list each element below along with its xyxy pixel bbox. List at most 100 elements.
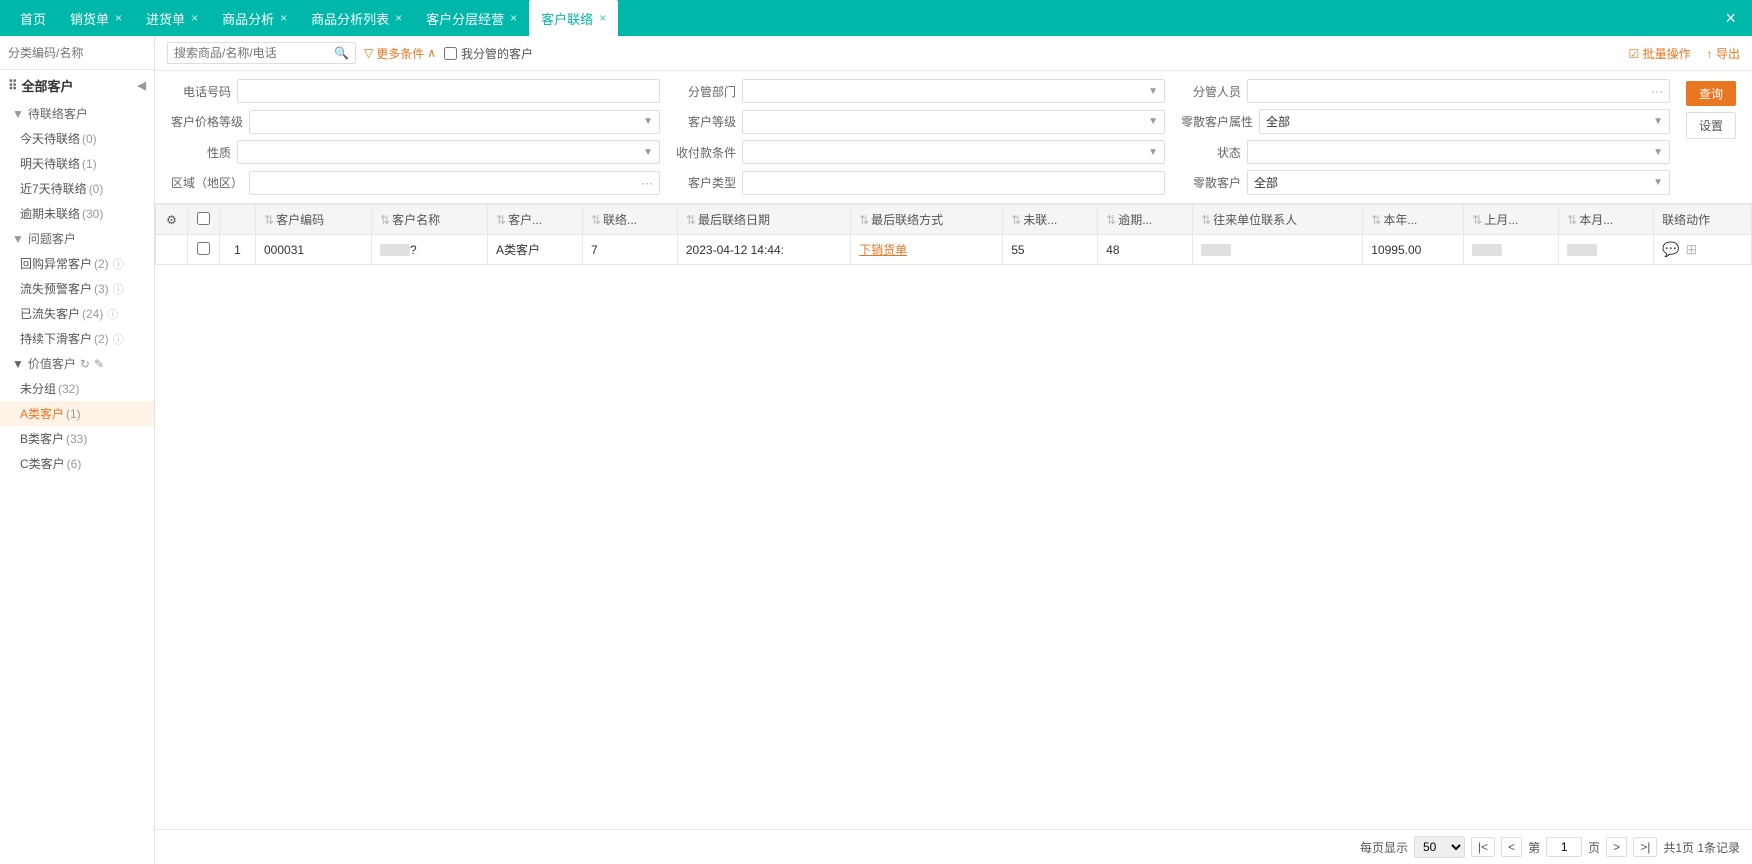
- col-no-contact-days[interactable]: ⇅未联...: [1003, 205, 1098, 235]
- content-area: 🔍 ▽ 更多条件 ∧ 我分管的客户 ☑ 批量操作 ↑ 导出: [155, 36, 1752, 864]
- my-customers-checkbox[interactable]: [444, 47, 457, 60]
- status-select[interactable]: ▼: [1247, 140, 1670, 164]
- price-level-select[interactable]: ▼: [249, 110, 660, 134]
- search-input[interactable]: [174, 46, 334, 60]
- sidebar-item-churn-warning[interactable]: 流失预警客户 (3) ⓘ: [0, 276, 154, 301]
- last-page-button[interactable]: >|: [1633, 837, 1657, 857]
- prev-page-button[interactable]: <: [1501, 837, 1522, 857]
- unit-contact-placeholder: [1201, 244, 1231, 256]
- col-code[interactable]: ⇅客户编码: [256, 205, 372, 235]
- sidebar-item-a-class[interactable]: A类客户 (1): [0, 401, 154, 426]
- query-button[interactable]: 查询: [1686, 81, 1736, 106]
- sidebar-item-declining[interactable]: 持续下滑客户 (2) ⓘ: [0, 326, 154, 351]
- page-label: 第: [1528, 839, 1540, 856]
- customer-type-input[interactable]: [742, 171, 1165, 195]
- refresh-icon[interactable]: ↻: [80, 357, 90, 371]
- close-customer-segment[interactable]: ×: [510, 11, 517, 25]
- sidebar-item-today-contact[interactable]: 今天待联络 (0): [0, 126, 154, 151]
- customer-level-select[interactable]: ▼: [742, 110, 1165, 134]
- status-label: 状态: [1181, 144, 1241, 161]
- search-icon[interactable]: 🔍: [334, 46, 349, 60]
- next-page-button[interactable]: >: [1606, 837, 1627, 857]
- sidebar-item-churned[interactable]: 已流失客户 (24) ⓘ: [0, 301, 154, 326]
- row-check[interactable]: [188, 235, 220, 265]
- sidebar-search-bar: 🔍: [0, 36, 154, 70]
- row-gear[interactable]: [156, 235, 188, 265]
- sidebar-item-c-class[interactable]: C类客户 (6): [0, 451, 154, 476]
- col-this-year[interactable]: ⇅本年...: [1363, 205, 1464, 235]
- select-all-checkbox[interactable]: [197, 212, 210, 225]
- name-placeholder: [380, 244, 410, 256]
- more-icon: ···: [641, 176, 653, 190]
- nav-customer-segment[interactable]: 客户分层经营 ×: [414, 0, 529, 36]
- action-icons: 💬 ⊞: [1662, 241, 1743, 258]
- customer-type-label: 客户类型: [676, 174, 736, 191]
- sidebar-all-customers[interactable]: ⠿ 全部客户 ◀: [0, 70, 154, 101]
- sidebar-item-unclassified[interactable]: 未分组 (32): [0, 376, 154, 401]
- close-customer-contact[interactable]: ×: [599, 11, 606, 25]
- dept-select[interactable]: ▼: [742, 79, 1165, 103]
- batch-ops-button[interactable]: ☑ 批量操作: [1629, 45, 1691, 62]
- sidebar-item-overdue-contact[interactable]: 逾期未联络 (30): [0, 201, 154, 226]
- col-last-month[interactable]: ⇅上月...: [1464, 205, 1559, 235]
- payment-select[interactable]: ▼: [742, 140, 1165, 164]
- nav-customer-contact[interactable]: 客户联络 ×: [529, 0, 618, 36]
- nav-product-analysis[interactable]: 商品分析 ×: [210, 0, 299, 36]
- col-last-contact-date[interactable]: ⇅最后联络日期: [677, 205, 850, 235]
- col-contact-person[interactable]: ⇅联络...: [582, 205, 677, 235]
- nav-home[interactable]: 首页: [8, 0, 58, 36]
- sidebar-search-input[interactable]: [8, 46, 155, 60]
- contact-method-link[interactable]: 下销货单: [859, 243, 907, 257]
- table-area: ⚙ ⇅客户编码 ⇅客户名称 ⇅客户... ⇅联络... ⇅最后联络日期 ⇅最后联…: [155, 204, 1752, 829]
- close-purchase-order[interactable]: ×: [191, 11, 198, 25]
- col-name[interactable]: ⇅客户名称: [372, 205, 488, 235]
- table-header-row: ⚙ ⇅客户编码 ⇅客户名称 ⇅客户... ⇅联络... ⇅最后联络日期 ⇅最后联…: [156, 205, 1752, 235]
- col-last-contact-method[interactable]: ⇅最后联络方式: [851, 205, 1003, 235]
- close-product-analysis-list[interactable]: ×: [395, 11, 402, 25]
- row-last-contact-method[interactable]: 下销货单: [851, 235, 1003, 265]
- col-unit-contact[interactable]: ⇅往来单位联系人: [1193, 205, 1363, 235]
- col-gear[interactable]: ⚙: [156, 205, 188, 235]
- col-this-month[interactable]: ⇅本月...: [1559, 205, 1654, 235]
- sidebar-item-abnormal-repurchase[interactable]: 回购异常客户 (2) ⓘ: [0, 251, 154, 276]
- phone-input[interactable]: [237, 79, 660, 103]
- collapse-icon: ◀: [138, 79, 146, 92]
- row-name[interactable]: ?: [372, 235, 488, 265]
- info-icon: ⓘ: [113, 331, 124, 347]
- sidebar-item-tomorrow-contact[interactable]: 明天待联络 (1): [0, 151, 154, 176]
- scatter-attr-select[interactable]: 全部 ▼: [1259, 109, 1670, 134]
- sidebar-pending-contact-group[interactable]: ▼ 待联络客户: [0, 101, 154, 126]
- col-level[interactable]: ⇅客户...: [488, 205, 583, 235]
- sidebar-item-b-class[interactable]: B类客户 (33): [0, 426, 154, 451]
- more-filter-button[interactable]: ▽ 更多条件 ∧: [364, 45, 436, 62]
- per-page-select[interactable]: 50 100 200: [1414, 836, 1465, 858]
- nav-product-analysis-list[interactable]: 商品分析列表 ×: [299, 0, 414, 36]
- row-contact-person: 7: [582, 235, 677, 265]
- page-input[interactable]: [1546, 837, 1582, 857]
- scatter-select[interactable]: 全部 ▼: [1247, 170, 1670, 195]
- first-page-button[interactable]: |<: [1471, 837, 1495, 857]
- sidebar-problem-customers-group[interactable]: ▼ 问题客户: [0, 226, 154, 251]
- region-input[interactable]: ···: [249, 171, 660, 195]
- manager-input[interactable]: ···: [1247, 79, 1670, 103]
- export-button[interactable]: ↑ 导出: [1707, 45, 1740, 62]
- nav-purchase-order[interactable]: 进货单 ×: [134, 0, 210, 36]
- this-month-placeholder: [1567, 244, 1597, 256]
- row-code[interactable]: 000031: [256, 235, 372, 265]
- close-product-analysis[interactable]: ×: [280, 11, 287, 25]
- edit-icon[interactable]: ✎: [94, 357, 104, 371]
- row-checkbox[interactable]: [197, 242, 210, 255]
- qr-icon[interactable]: ⊞: [1686, 241, 1698, 258]
- nav-sales-order[interactable]: 销货单 ×: [58, 0, 134, 36]
- dropdown-arrow: ▼: [643, 147, 653, 158]
- window-close-button[interactable]: ×: [1717, 8, 1744, 29]
- col-action: 联络动作: [1654, 205, 1752, 235]
- sidebar-item-7day-contact[interactable]: 近7天待联络 (0): [0, 176, 154, 201]
- col-overdue[interactable]: ⇅逾期...: [1098, 205, 1193, 235]
- row-level: A类客户: [488, 235, 583, 265]
- message-icon[interactable]: 💬: [1662, 241, 1679, 258]
- col-check[interactable]: [188, 205, 220, 235]
- setting-button[interactable]: 设置: [1686, 112, 1736, 139]
- close-sales-order[interactable]: ×: [115, 11, 122, 25]
- nature-select[interactable]: ▼: [237, 140, 660, 164]
